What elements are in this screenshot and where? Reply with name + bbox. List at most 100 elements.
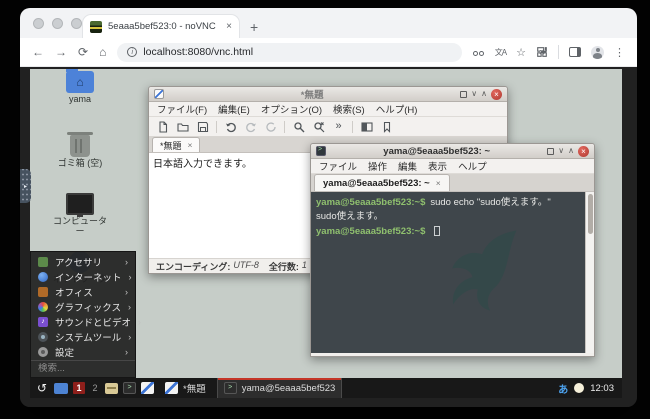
menu-search-input[interactable]	[38, 363, 128, 375]
desktop-icon-home[interactable]: yama	[52, 69, 108, 105]
zoom-window-button[interactable]	[71, 18, 82, 29]
tab-close-icon[interactable]: ×	[226, 21, 232, 32]
tab-close-icon[interactable]: ×	[188, 140, 193, 150]
menu-item-settings[interactable]: 設定 ›	[31, 345, 135, 360]
find-icon[interactable]	[292, 120, 305, 133]
tab-close-icon[interactable]: ×	[436, 178, 441, 188]
menu-file[interactable]: ファイル(F)	[157, 102, 207, 116]
menu-search[interactable]: 検索(S)	[333, 102, 365, 116]
show-desktop-button[interactable]	[54, 382, 68, 394]
handle-arrow-icon: ▸	[23, 183, 27, 190]
menu-item-sound-video[interactable]: ♪ サウンドとビデオ ›	[31, 315, 141, 330]
url-text[interactable]: localhost:8080/vnc.html	[143, 46, 253, 58]
close-window-button[interactable]	[33, 18, 44, 29]
shade-icon[interactable]	[547, 147, 555, 155]
menu-item-graphics[interactable]: グラフィックス ›	[31, 299, 135, 314]
chevron-right-icon: ›	[138, 317, 142, 328]
menu-file[interactable]: ファイル	[319, 159, 357, 173]
minimize-window-button[interactable]	[52, 18, 63, 29]
menu-item-accessories[interactable]: アクセサリ ›	[31, 254, 135, 269]
chevron-right-icon: ›	[128, 271, 132, 282]
applications-menu: アクセサリ › インターネット › オフィス › グラフィックス › ♪ サウン…	[30, 251, 141, 378]
editor-tab[interactable]: *無題 ×	[152, 137, 201, 152]
mousepad-app-icon	[154, 89, 164, 99]
menu-item-system-tools[interactable]: システムツール ›	[31, 330, 135, 345]
browser-menu-icon[interactable]: ⋮	[614, 46, 625, 59]
menu-item-internet[interactable]: インターネット ›	[31, 269, 135, 284]
menu-options[interactable]: オプション(O)	[261, 102, 322, 116]
ime-indicator[interactable]: あ	[558, 381, 568, 396]
tab-title: 5eaaa5bef523:0 - noVNC	[108, 21, 216, 32]
terminal-title-bar[interactable]: yama@5eaaa5bef523: ~ ∨ ∧ ×	[311, 144, 594, 159]
terminal-scrollbar[interactable]	[585, 192, 594, 353]
back-button[interactable]: ←	[32, 45, 44, 59]
revert-icon[interactable]	[264, 120, 277, 133]
taskbar-terminal-button[interactable]: > yama@5eaaa5bef523	[216, 378, 343, 398]
desktop-icon-computer[interactable]: コンピューター	[52, 193, 108, 237]
graphics-icon	[38, 301, 48, 312]
browser-window: 5eaaa5bef523:0 - noVNC × + ← → ⟳ ⌂ i loc…	[20, 8, 637, 407]
terminal-output-area[interactable]: yama@5eaaa5bef523:~$ sudo echo "sudo使えます。…	[311, 192, 585, 353]
shade-icon[interactable]	[460, 90, 468, 98]
close-icon[interactable]: ×	[578, 145, 589, 157]
find-replace-icon[interactable]	[312, 120, 325, 133]
menu-help[interactable]: ヘルプ	[458, 159, 487, 173]
notification-status-icon[interactable]	[574, 383, 585, 393]
vnc-desktop-canvas[interactable]: yama ゴミ箱 (空) コンピューター ネットワーク *無題 ∨	[30, 69, 622, 398]
redo-icon[interactable]	[244, 120, 257, 133]
undo-icon[interactable]	[224, 120, 237, 133]
terminal-line: yama@5eaaa5bef523:~$ sudo echo "sudo使えます。…	[316, 197, 551, 208]
clock[interactable]: 12:03	[590, 383, 614, 394]
menu-item-office[interactable]: オフィス ›	[31, 284, 135, 299]
address-bar[interactable]: i localhost:8080/vnc.html	[117, 42, 462, 62]
menu-edit[interactable]: 編集(E)	[218, 102, 250, 116]
editor-window-title: *無題	[300, 90, 324, 101]
close-icon[interactable]: ×	[491, 88, 502, 100]
menu-edit[interactable]: 編集	[398, 159, 417, 173]
bookmark-icon[interactable]	[380, 120, 393, 133]
menu-view[interactable]: 表示	[428, 159, 447, 173]
password-manager-icon[interactable]	[473, 43, 485, 61]
terminal-tab[interactable]: yama@5eaaa5bef523: ~ ×	[314, 174, 450, 191]
open-file-icon[interactable]	[176, 120, 189, 133]
reload-button[interactable]: ⟳	[78, 45, 88, 59]
translate-icon[interactable]: 文A	[495, 47, 507, 58]
workspace-2-button[interactable]: 2	[90, 382, 100, 394]
internet-icon	[38, 271, 48, 282]
editor-title-bar[interactable]: *無題 ∨ ∧ ×	[149, 87, 507, 102]
scrollbar-thumb[interactable]	[587, 194, 593, 234]
chevron-right-icon: ›	[125, 286, 128, 297]
minimize-icon[interactable]: ∨	[558, 147, 564, 155]
app-menu-button[interactable]: ↺	[35, 381, 49, 395]
new-file-icon[interactable]	[156, 120, 169, 133]
extensions-puzzle-icon[interactable]	[536, 46, 548, 58]
save-file-icon[interactable]	[196, 120, 209, 133]
menu-help[interactable]: ヘルプ(H)	[376, 102, 418, 116]
editor-launcher-icon[interactable]	[141, 382, 154, 394]
terminal-icon: >	[223, 382, 237, 394]
menu-actions[interactable]: 操作	[368, 159, 387, 173]
bookmark-star-icon[interactable]: ☆	[516, 46, 526, 59]
workspace-1-button[interactable]: 1	[73, 382, 85, 394]
site-info-icon[interactable]: i	[127, 47, 138, 57]
novnc-control-bar-handle[interactable]: ▸	[20, 169, 31, 203]
split-view-icon[interactable]	[360, 120, 373, 133]
home-button[interactable]: ⌂	[99, 45, 106, 59]
profile-avatar[interactable]	[591, 45, 604, 59]
maximize-icon[interactable]: ∧	[568, 147, 574, 155]
terminal-window: yama@5eaaa5bef523: ~ ∨ ∧ × ファイル 操作 編集 表示…	[310, 143, 595, 357]
new-tab-button[interactable]: +	[250, 19, 258, 38]
toolbar-divider	[558, 45, 559, 59]
maximize-icon[interactable]: ∧	[481, 90, 487, 98]
toolbar-overflow-icon[interactable]: »	[332, 120, 345, 133]
side-panel-icon[interactable]	[569, 47, 581, 57]
forward-button[interactable]: →	[55, 45, 67, 59]
novnc-page: ▸ yama ゴミ箱 (空) コンピューター ネットワーク	[20, 67, 637, 407]
taskbar-editor-button[interactable]: *無題	[159, 378, 212, 398]
browser-tab[interactable]: 5eaaa5bef523:0 - noVNC ×	[82, 14, 240, 38]
desktop-icon-trash[interactable]: ゴミ箱 (空)	[52, 132, 108, 169]
minimize-icon[interactable]: ∨	[471, 90, 477, 98]
terminal-launcher-icon[interactable]: >	[123, 382, 136, 394]
file-manager-launcher-icon[interactable]	[105, 382, 118, 394]
chevron-right-icon: ›	[128, 301, 132, 312]
